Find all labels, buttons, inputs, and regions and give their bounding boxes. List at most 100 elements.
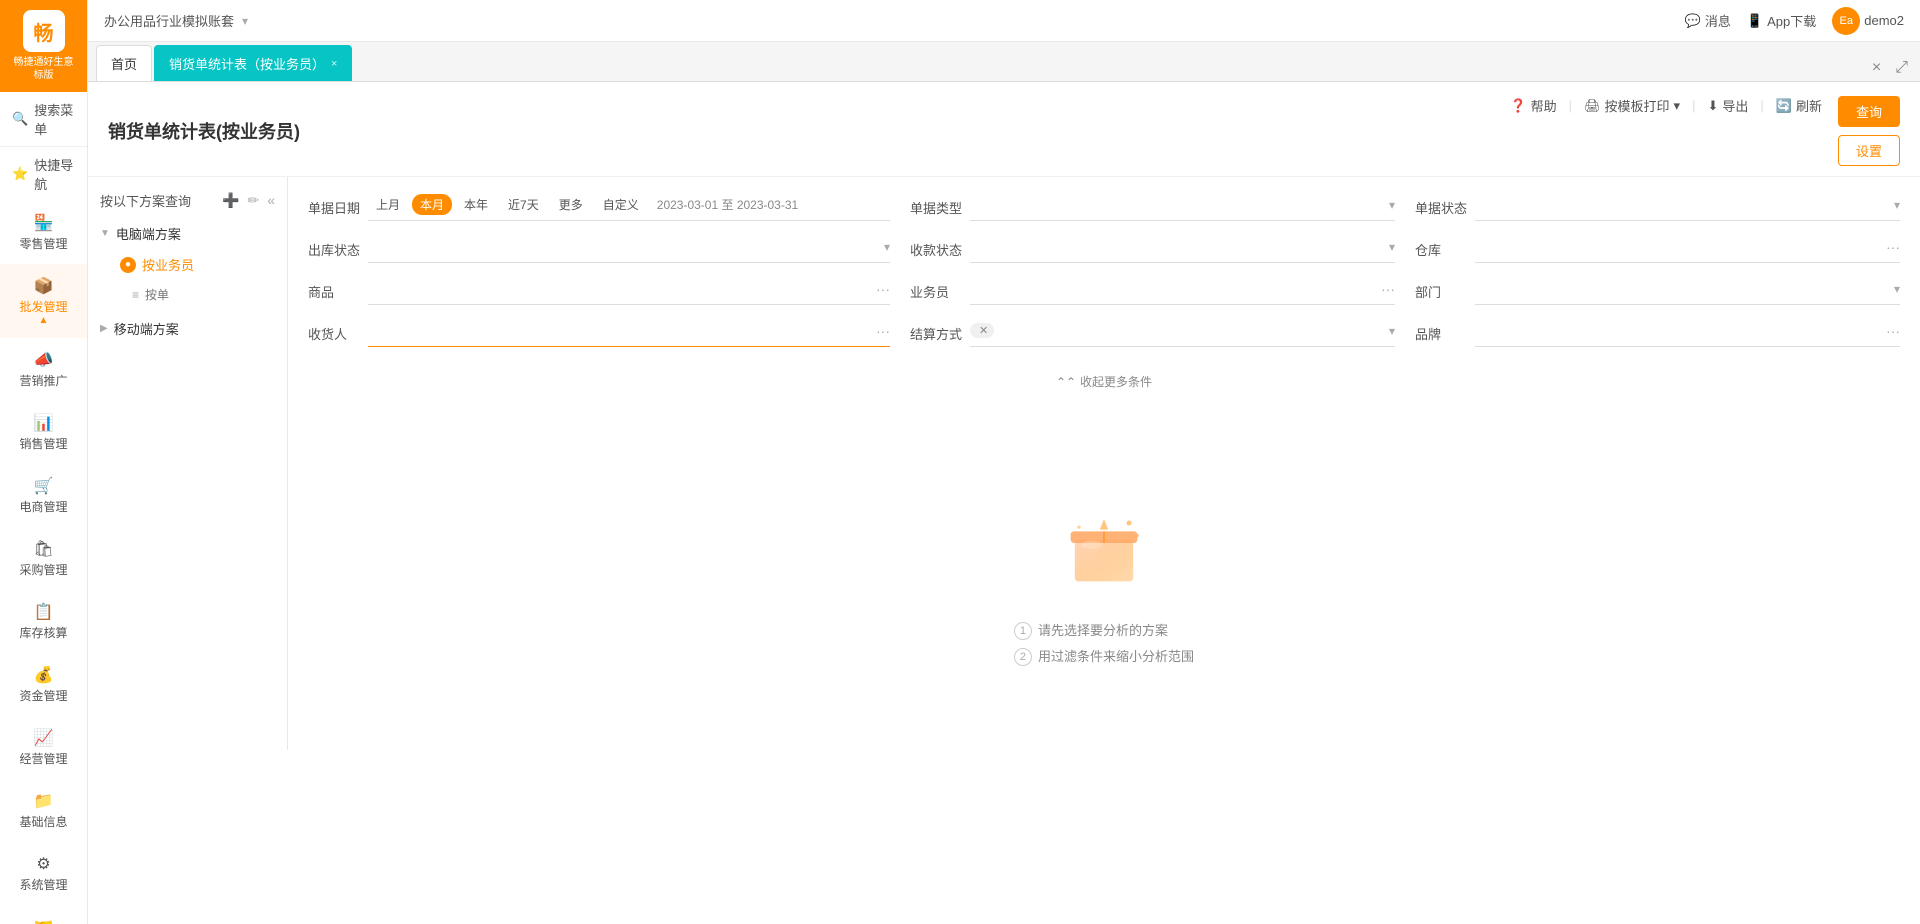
settings-button[interactable]: 设置 xyxy=(1838,135,1900,166)
date-btn-this-month[interactable]: 本月 xyxy=(412,194,452,215)
collapse-panel-icon[interactable]: « xyxy=(267,192,275,209)
settlement-dd-icon[interactable]: ▾ xyxy=(1389,324,1395,338)
warehouse-more-icon[interactable]: ··· xyxy=(1886,239,1900,255)
dept-control[interactable]: ▾ xyxy=(1475,277,1900,305)
topbar-breadcrumb[interactable]: 办公用品行业模拟账套 ▾ xyxy=(104,11,248,30)
search-menu-item[interactable]: 🔍 搜索菜单 xyxy=(0,92,87,147)
collapse-row: ⌃⌃ 收起更多条件 xyxy=(308,361,1900,402)
collab-icon: 🤝 xyxy=(34,917,54,924)
add-scheme-icon[interactable]: ➕ xyxy=(222,192,239,209)
date-btn-more[interactable]: 更多 xyxy=(551,194,591,215)
collapse-button[interactable]: ⌃⌃ 收起更多条件 xyxy=(1044,369,1164,394)
tip-item-2: 2 用过滤条件来缩小分析范围 xyxy=(1014,644,1194,670)
sidebar-item-wholesale[interactable]: 📦 批发管理 ▲ xyxy=(0,264,87,338)
collection-dd-icon[interactable]: ▾ xyxy=(1389,240,1395,254)
export-button[interactable]: ⬇ 导出 xyxy=(1707,96,1748,115)
bill-status-control[interactable]: ▾ xyxy=(1475,193,1900,221)
sidebar-item-management[interactable]: 📈 经营管理 xyxy=(0,716,87,779)
tip-num-1: 1 xyxy=(1014,622,1032,640)
goods-control[interactable]: ··· xyxy=(368,277,890,305)
date-btn-7days[interactable]: 近7天 xyxy=(500,194,547,215)
date-btn-custom[interactable]: 自定义 xyxy=(595,194,647,215)
receiver-more-icon[interactable]: ··· xyxy=(876,323,890,339)
message-button[interactable]: 💬 消息 xyxy=(1685,11,1731,30)
tab-close-icon[interactable]: × xyxy=(331,58,337,70)
sidebar-item-retail[interactable]: 🏪 零售管理 xyxy=(0,201,87,264)
brand-label: 品牌 xyxy=(1415,324,1475,343)
logo-icon: 畅 xyxy=(23,10,65,52)
app-download-button[interactable]: 📱 App下载 xyxy=(1747,11,1816,30)
salesperson-more-icon[interactable]: ··· xyxy=(1381,281,1395,297)
sidebar-item-basic[interactable]: 📁 基础信息 xyxy=(0,779,87,842)
sidebar-item-finance[interactable]: 💰 资金管理 xyxy=(0,653,87,716)
expand-icon: ▲ xyxy=(39,315,49,326)
message-icon: 💬 xyxy=(1685,13,1701,29)
date-control: 上月 本月 本年 近7天 更多 自定义 2023-03-01 至 2023-03… xyxy=(368,193,890,221)
receiver-control[interactable]: ··· xyxy=(368,319,890,347)
bill-type-control[interactable]: ▾ xyxy=(970,193,1395,221)
breadcrumb-dropdown-icon[interactable]: ▾ xyxy=(242,14,248,28)
star-icon: ⭐ xyxy=(12,166,28,182)
out-status-control[interactable]: ▾ xyxy=(368,235,890,263)
bill-status-label: 单据状态 xyxy=(1415,198,1475,217)
refresh-button[interactable]: 🔄 刷新 xyxy=(1776,96,1822,115)
collection-control[interactable]: ▾ xyxy=(970,235,1395,263)
sidebar-item-collab[interactable]: 🤝 企业协同 xyxy=(0,905,87,924)
filter-receiver: 收货人 ··· xyxy=(308,319,890,347)
out-status-label: 出库状态 xyxy=(308,240,368,259)
warehouse-control[interactable]: ··· xyxy=(1475,235,1900,263)
tab-sales-stat-label: 销货单统计表（按业务员） xyxy=(169,54,325,73)
breadcrumb-text: 办公用品行业模拟账套 xyxy=(104,11,234,30)
user-profile[interactable]: Ea demo2 xyxy=(1832,7,1904,35)
date-range: 2023-03-01 至 2023-03-31 xyxy=(657,196,798,213)
body-area: 按以下方案查询 ➕ ✏ « ▼ 电脑端方案 ● 按业务员 xyxy=(88,177,1920,750)
tab-home-label: 首页 xyxy=(111,54,137,73)
window-close-button[interactable]: × xyxy=(1868,55,1885,81)
main-area: 办公用品行业模拟账套 ▾ 💬 消息 📱 App下载 Ea demo2 首页 xyxy=(88,0,1920,924)
scheme-item-by-salesperson[interactable]: ● 按业务员 xyxy=(88,249,287,280)
scheme-group-desktop-header[interactable]: ▼ 电脑端方案 xyxy=(88,218,287,249)
window-controls: × ⤢ xyxy=(1868,55,1912,81)
sidebar-item-system[interactable]: ⚙ 系统管理 xyxy=(0,842,87,905)
sidebar-item-purchase[interactable]: 🛍 采购管理 xyxy=(0,527,87,590)
marketing-icon: 📣 xyxy=(34,350,54,370)
salesperson-control[interactable]: ··· xyxy=(970,277,1395,305)
brand-control[interactable]: ··· xyxy=(1475,319,1900,347)
sidebar-menu-section: 🏪 零售管理 📦 批发管理 ▲ 📣 营销推广 📊 销售管理 🛒 电商管理 🛍 采… xyxy=(0,201,87,924)
tab-home[interactable]: 首页 xyxy=(96,45,152,81)
date-btn-this-year[interactable]: 本年 xyxy=(456,194,496,215)
query-button[interactable]: 查询 xyxy=(1838,96,1900,127)
sidebar-item-marketing[interactable]: 📣 营销推广 xyxy=(0,338,87,401)
ecommerce-icon: 🛒 xyxy=(34,476,54,496)
sidebar-item-sales[interactable]: 📊 销售管理 xyxy=(0,401,87,464)
print-dropdown-icon[interactable]: ▾ xyxy=(1674,98,1681,114)
purchase-icon: 🛍 xyxy=(33,539,53,559)
window-maximize-button[interactable]: ⤢ xyxy=(1891,55,1912,81)
bill-status-dropdown-icon[interactable]: ▾ xyxy=(1894,198,1900,212)
app-logo[interactable]: 畅 畅捷通好生意 标版 xyxy=(0,0,87,92)
filter-warehouse: 仓库 ··· xyxy=(1415,235,1900,263)
circle-icon: ● xyxy=(120,257,136,273)
warehouse-label: 仓库 xyxy=(1415,240,1475,259)
page-header: 销货单统计表(按业务员) ❓ 帮助 | 🖨 按模板打印 ▾ | ⬇ xyxy=(88,82,1920,177)
tab-sales-stat[interactable]: 销货单统计表（按业务员） × xyxy=(154,45,352,81)
filter-row-3: 商品 ··· 业务员 ··· xyxy=(308,277,1900,305)
dept-dd-icon[interactable]: ▾ xyxy=(1894,282,1900,296)
out-status-dd-icon[interactable]: ▾ xyxy=(884,240,890,254)
refresh-icon: 🔄 xyxy=(1776,98,1792,114)
bill-type-label: 单据类型 xyxy=(910,198,970,217)
help-button[interactable]: ❓ 帮助 xyxy=(1510,96,1556,115)
print-button[interactable]: 🖨 按模板打印 ▾ xyxy=(1584,96,1680,115)
scheme-group-mobile-header[interactable]: ▶ 移动端方案 xyxy=(88,313,287,344)
quick-nav-item[interactable]: ⭐ 快捷导航 xyxy=(0,147,87,201)
goods-more-icon[interactable]: ··· xyxy=(876,281,890,297)
settlement-clear-icon[interactable]: ✕ xyxy=(979,324,988,337)
sidebar-item-inventory[interactable]: 📋 库存核算 xyxy=(0,590,87,653)
scheme-subitem-by-bill[interactable]: ≡ 按单 xyxy=(88,280,287,309)
filter-row-2: 出库状态 ▾ 收款状态 ▾ xyxy=(308,235,1900,263)
date-btn-last-month[interactable]: 上月 xyxy=(368,194,408,215)
brand-more-icon[interactable]: ··· xyxy=(1886,323,1900,339)
sidebar-item-ecommerce[interactable]: 🛒 电商管理 xyxy=(0,464,87,527)
bill-type-dropdown-icon[interactable]: ▾ xyxy=(1389,198,1395,212)
edit-scheme-icon[interactable]: ✏ xyxy=(247,192,259,209)
